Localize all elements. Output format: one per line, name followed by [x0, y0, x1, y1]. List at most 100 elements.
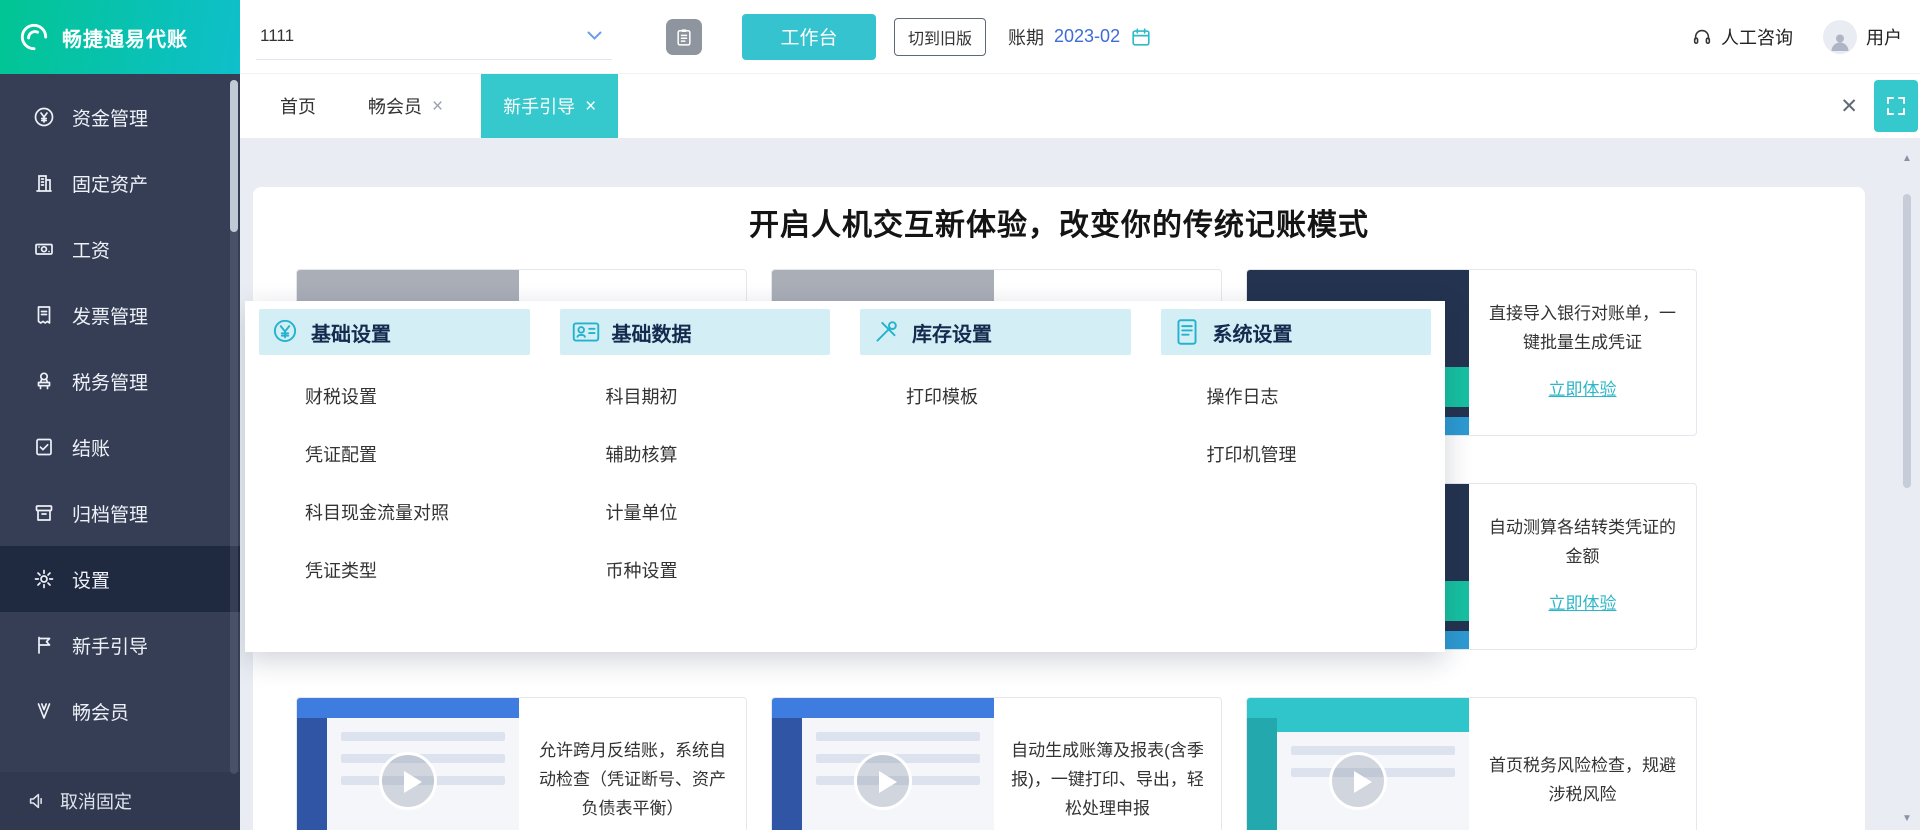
menu-section-title: 系统设置 [1212, 323, 1293, 346]
video-thumbnail[interactable] [297, 698, 519, 830]
member-v-icon [32, 699, 56, 723]
tab-close-icon[interactable]: × [585, 97, 596, 116]
card-text: 自动生成账簿及报表(含季报)，一键打印、导出，轻松处理申报 [994, 698, 1221, 830]
menu-item-measure-unit[interactable]: 计量单位 [606, 483, 831, 541]
menu-column-inventory-settings: 库存设置 打印模板 [860, 309, 1131, 599]
fixed-assets-icon [32, 171, 56, 195]
calendar-icon[interactable] [1130, 26, 1152, 48]
play-button[interactable] [1329, 751, 1387, 810]
menu-item-finance-tax-settings[interactable]: 财税设置 [305, 367, 530, 425]
card-reports: 自动生成账簿及报表(含季报)，一键打印、导出，轻松处理申报 [771, 697, 1222, 830]
menu-section-title: 库存设置 [912, 323, 992, 346]
sidebar-item-label: 新手引导 [72, 636, 149, 658]
sidebar-item-settings[interactable]: 设置 [0, 546, 240, 612]
thumbnail-decoration [1247, 698, 1469, 732]
logo-swirl-icon [16, 19, 52, 55]
thumbnail-decoration [772, 698, 994, 718]
scroll-up-icon[interactable]: ▲ [1901, 152, 1913, 166]
workspace: 开启人机交互新体验，改变你的传统记账模式 直接导入银行对账单，一键批量生成凭证 … [240, 138, 1920, 830]
clipboard-icon [674, 26, 694, 48]
consult-label: 人工咨询 [1721, 27, 1793, 48]
thumbnail-decoration [297, 698, 519, 718]
clipboard-button[interactable] [666, 18, 702, 55]
consult-button[interactable]: 人工咨询 [1691, 24, 1793, 50]
menu-item-cashflow-mapping[interactable]: 科目现金流量对照 [305, 483, 530, 541]
workbench-button[interactable]: 工作台 [742, 13, 876, 60]
menu-column-basic-settings: 基础设置 财税设置 凭证配置 科目现金流量对照 凭证类型 [259, 309, 530, 599]
company-select[interactable]: 1111 [256, 14, 612, 60]
scroll-down-icon[interactable]: ▼ [1901, 812, 1913, 826]
thumbnail-decoration [1291, 746, 1455, 755]
sidebar-item-label: 发票管理 [72, 306, 149, 328]
sidebar-item-label: 工资 [72, 240, 111, 262]
fullscreen-icon [1884, 94, 1908, 118]
sidebar-item-archive[interactable]: 归档管理 [0, 480, 240, 546]
video-thumbnail[interactable] [1247, 698, 1469, 830]
tab-member[interactable]: 畅会员 × [354, 74, 457, 138]
sidebar-item-guide[interactable]: 新手引导 [0, 612, 240, 678]
sidebar-item-funds[interactable]: 资金管理 [0, 84, 240, 150]
sidebar-item-fixed-assets[interactable]: 固定资产 [0, 150, 240, 216]
menu-item-list: 打印模板 [860, 355, 1131, 425]
menu-item-printer-management[interactable]: 打印机管理 [1207, 425, 1432, 483]
salary-icon [32, 237, 56, 261]
menu-item-print-template[interactable]: 打印模板 [906, 367, 1131, 425]
main-area: 1111 工作台 切到旧版 账期 2023-02 人工咨询 用户 首页 畅会员 … [240, 0, 1920, 830]
sidebar-item-closing[interactable]: 结账 [0, 414, 240, 480]
fullscreen-button[interactable] [1874, 80, 1918, 132]
menu-column-basic-data: 基础数据 科目期初 辅助核算 计量单位 币种设置 [559, 309, 831, 599]
try-now-link[interactable]: 立即体验 [1549, 590, 1617, 619]
unpin-sidebar-button[interactable]: 取消固定 [0, 772, 240, 830]
menu-item-operation-log[interactable]: 操作日志 [1207, 367, 1432, 425]
user-label: 用户 [1866, 27, 1902, 48]
menu-item-auxiliary-accounting[interactable]: 辅助核算 [606, 425, 831, 483]
main-scrollbar-thumb[interactable] [1903, 194, 1911, 488]
switch-old-version-button[interactable]: 切到旧版 [894, 17, 987, 56]
sidebar-item-invoices[interactable]: 发票管理 [0, 282, 240, 348]
card-description: 首页税务风险检查，规避涉税风险 [1489, 755, 1676, 804]
menu-column-system-settings: 系统设置 操作日志 打印机管理 [1160, 309, 1432, 599]
tab-label: 新手引导 [503, 97, 576, 117]
coin-icon [269, 316, 301, 348]
tab-label: 首页 [280, 97, 316, 117]
user-menu[interactable]: 用户 [1823, 19, 1902, 54]
card-text: 自动测算各结转类凭证的金额 立即体验 [1469, 484, 1696, 649]
sidebar-item-label: 固定资产 [72, 174, 149, 196]
menu-item-voucher-type[interactable]: 凭证类型 [305, 541, 530, 599]
try-now-link[interactable]: 立即体验 [1549, 376, 1617, 405]
close-all-tabs-icon[interactable]: ✕ [1840, 74, 1858, 138]
card-text: 直接导入银行对账单，一键批量生成凭证 立即体验 [1469, 270, 1696, 435]
sidebar-item-label: 畅会员 [72, 702, 130, 724]
menu-item-voucher-config[interactable]: 凭证配置 [305, 425, 530, 483]
sidebar-scrollbar-thumb[interactable] [230, 80, 238, 232]
menu-section-title: 基础数据 [611, 323, 692, 346]
menu-item-account-opening[interactable]: 科目期初 [606, 367, 831, 425]
card-description: 允许跨月反结账，系统自动检查（凭证断号、资产负债表平衡） [539, 741, 726, 818]
menu-section-header: 基础数据 [559, 309, 830, 355]
card-text: 允许跨月反结账，系统自动检查（凭证断号、资产负债表平衡） [519, 698, 746, 830]
main-scrollbar[interactable]: ▲ ▼ [1901, 148, 1913, 826]
period-value[interactable]: 2023-02 [1054, 26, 1120, 47]
topbar-right-group: 人工咨询 用户 [1691, 19, 1902, 54]
thumbnail-decoration [772, 718, 802, 830]
thumbnail-decoration [816, 732, 980, 741]
tab-close-icon[interactable]: × [432, 97, 443, 116]
play-button[interactable] [854, 751, 912, 810]
doc-icon [1171, 316, 1203, 348]
tab-home[interactable]: 首页 [266, 74, 330, 138]
sidebar-scrollbar[interactable] [230, 80, 238, 774]
tab-guide[interactable]: 新手引导 × [481, 74, 619, 138]
sidebar-nav: 资金管理 固定资产 工资 发票管理 税务管理 结账 归档管理 设置 新手引导 畅… [0, 74, 240, 744]
sidebar-item-member[interactable]: 畅会员 [0, 678, 240, 744]
menu-item-list: 财税设置 凭证配置 科目现金流量对照 凭证类型 [259, 355, 530, 599]
sidebar-item-salary[interactable]: 工资 [0, 216, 240, 282]
period-label: 账期 [1008, 27, 1045, 48]
invoice-icon [32, 303, 56, 327]
app-title: 畅捷通易代账 [62, 28, 188, 51]
gear-icon [32, 567, 56, 591]
menu-item-currency-settings[interactable]: 币种设置 [606, 541, 831, 599]
sidebar-item-tax[interactable]: 税务管理 [0, 348, 240, 414]
play-button[interactable] [379, 751, 437, 810]
card-row: 允许跨月反结账，系统自动检查（凭证断号、资产负债表平衡） 自动生成账簿及报表(含… [296, 697, 1697, 830]
video-thumbnail[interactable] [772, 698, 994, 830]
